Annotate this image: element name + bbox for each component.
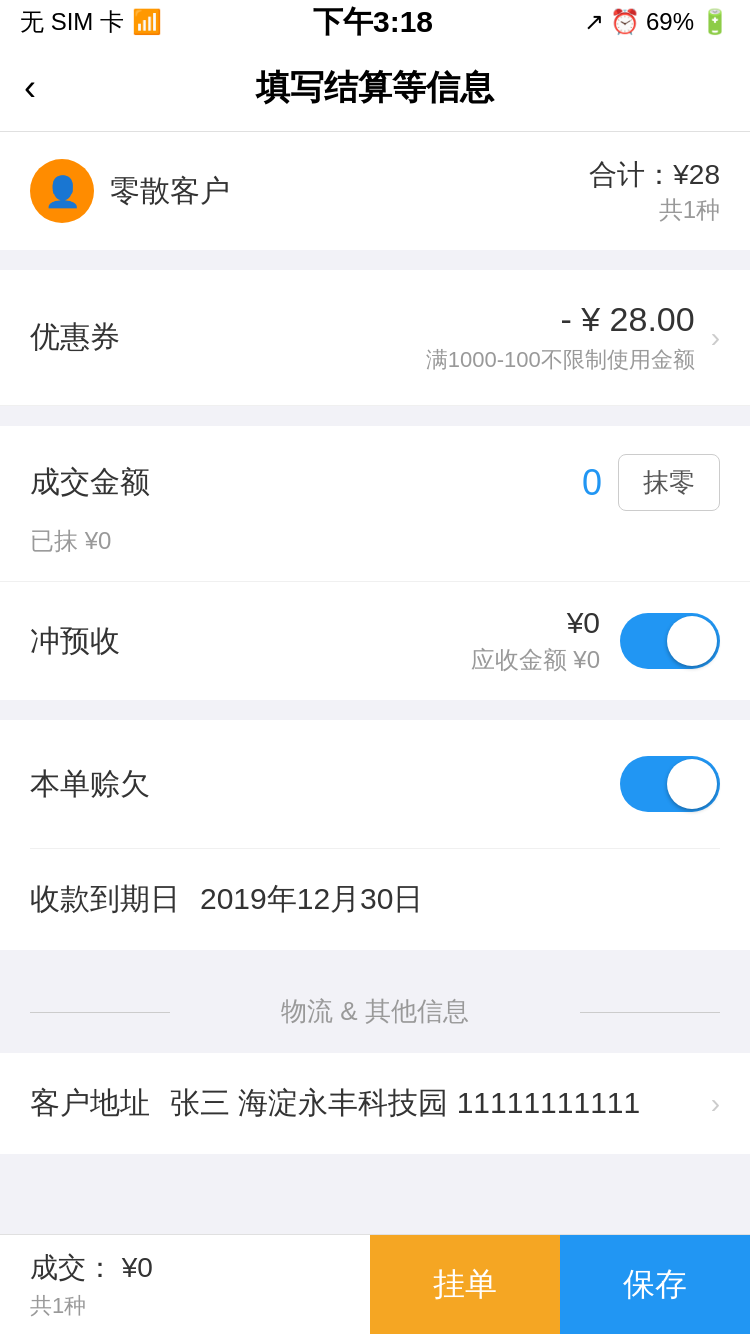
deal-amount-right: 0 抹零 [582, 454, 720, 511]
bottom-info: 成交： ¥0 共1种 [0, 1249, 370, 1321]
coupon-label: 优惠券 [30, 317, 120, 358]
toggle-knob [667, 616, 717, 666]
address-chevron-icon: › [711, 1088, 720, 1120]
due-date-value: 2019年12月30日 [200, 879, 423, 920]
avatar-icon: 👤 [44, 174, 81, 209]
coupon-value: - ¥ 28.00 满1000-100不限制使用金额 [426, 300, 695, 375]
address-value: 张三 海淀永丰科技园 11111111111 [170, 1083, 691, 1124]
coupon-row[interactable]: 优惠券 - ¥ 28.00 满1000-100不限制使用金额 › [0, 270, 750, 406]
coupon-amount: - ¥ 28.00 [426, 300, 695, 339]
status-time: 下午3:18 [313, 2, 433, 43]
bottom-bar: 成交： ¥0 共1种 挂单 保存 [0, 1234, 750, 1334]
customer-right: 合计：¥28 共1种 [589, 156, 720, 226]
battery-text: 69% [646, 8, 694, 36]
coupon-desc: 满1000-100不限制使用金额 [426, 345, 695, 375]
customer-name: 零散客户 [110, 171, 230, 212]
alarm-icon: ⏰ [610, 8, 640, 36]
chevron-right-icon: › [711, 322, 720, 354]
round-off-button[interactable]: 抹零 [618, 454, 720, 511]
location-icon: ↗ [584, 8, 604, 36]
debt-section: 本单赊欠 收款到期日 2019年12月30日 [0, 720, 750, 950]
due-date-row: 收款到期日 2019年12月30日 [0, 849, 750, 950]
status-bar: 无 SIM 卡 📶 下午3:18 ↗ ⏰ 69% 🔋 [0, 0, 750, 44]
address-label: 客户地址 [30, 1083, 150, 1124]
avatar: 👤 [30, 159, 94, 223]
prepay-amounts: ¥0 应收金额 ¥0 [471, 606, 600, 676]
address-section[interactable]: 客户地址 张三 海淀永丰科技园 11111111111 › [0, 1053, 750, 1154]
battery-icon: 🔋 [700, 8, 730, 36]
deal-amount-label: 成交金额 [30, 462, 150, 503]
prepay-row: 冲预收 ¥0 应收金额 ¥0 [0, 582, 750, 700]
back-button[interactable]: ‹ [24, 67, 36, 109]
total-amount: 合计：¥28 [589, 156, 720, 194]
due-date-label: 收款到期日 [30, 879, 180, 920]
nav-bar: ‹ 填写结算等信息 [0, 44, 750, 132]
debt-toggle-knob [667, 759, 717, 809]
prepay-right: ¥0 应收金额 ¥0 [471, 606, 720, 676]
prepay-main-amount: ¥0 [471, 606, 600, 640]
customer-section: 👤 零散客户 合计：¥28 共1种 [0, 132, 750, 250]
wifi-icon: 📶 [132, 8, 162, 36]
customer-row: 👤 零散客户 合计：¥28 共1种 [0, 132, 750, 250]
signal-text: 无 SIM 卡 [20, 6, 124, 38]
deal-amount-row: 成交金额 0 抹零 [0, 426, 750, 521]
deal-sub-text: 已抹 ¥0 [0, 521, 750, 581]
total-count: 共1种 [589, 194, 720, 226]
coupon-section[interactable]: 优惠券 - ¥ 28.00 满1000-100不限制使用金额 › [0, 270, 750, 406]
debt-label: 本单赊欠 [30, 764, 150, 805]
pending-button[interactable]: 挂单 [370, 1235, 560, 1334]
prepay-toggle[interactable] [620, 613, 720, 669]
customer-left: 👤 零散客户 [30, 159, 230, 223]
status-left: 无 SIM 卡 📶 [20, 6, 162, 38]
deal-amount-section: 成交金额 0 抹零 已抹 ¥0 冲预收 ¥0 应收金额 ¥0 [0, 426, 750, 700]
prepay-sub-amount: 应收金额 ¥0 [471, 644, 600, 676]
logistics-label: 物流 & 其他信息 [281, 996, 469, 1026]
page-title: 填写结算等信息 [256, 65, 494, 111]
bottom-deal-amount: 成交： ¥0 [30, 1249, 340, 1287]
save-button[interactable]: 保存 [560, 1235, 750, 1334]
deal-amount-value: 0 [582, 462, 602, 504]
logistics-header: 物流 & 其他信息 [0, 970, 750, 1053]
debt-toggle[interactable] [620, 756, 720, 812]
status-right: ↗ ⏰ 69% 🔋 [584, 8, 730, 36]
address-row[interactable]: 客户地址 张三 海淀永丰科技园 11111111111 › [0, 1053, 750, 1154]
coupon-right: - ¥ 28.00 满1000-100不限制使用金额 › [426, 300, 720, 375]
bottom-item-count: 共1种 [30, 1291, 340, 1321]
prepay-label: 冲预收 [30, 621, 120, 662]
debt-row: 本单赊欠 [0, 720, 750, 848]
